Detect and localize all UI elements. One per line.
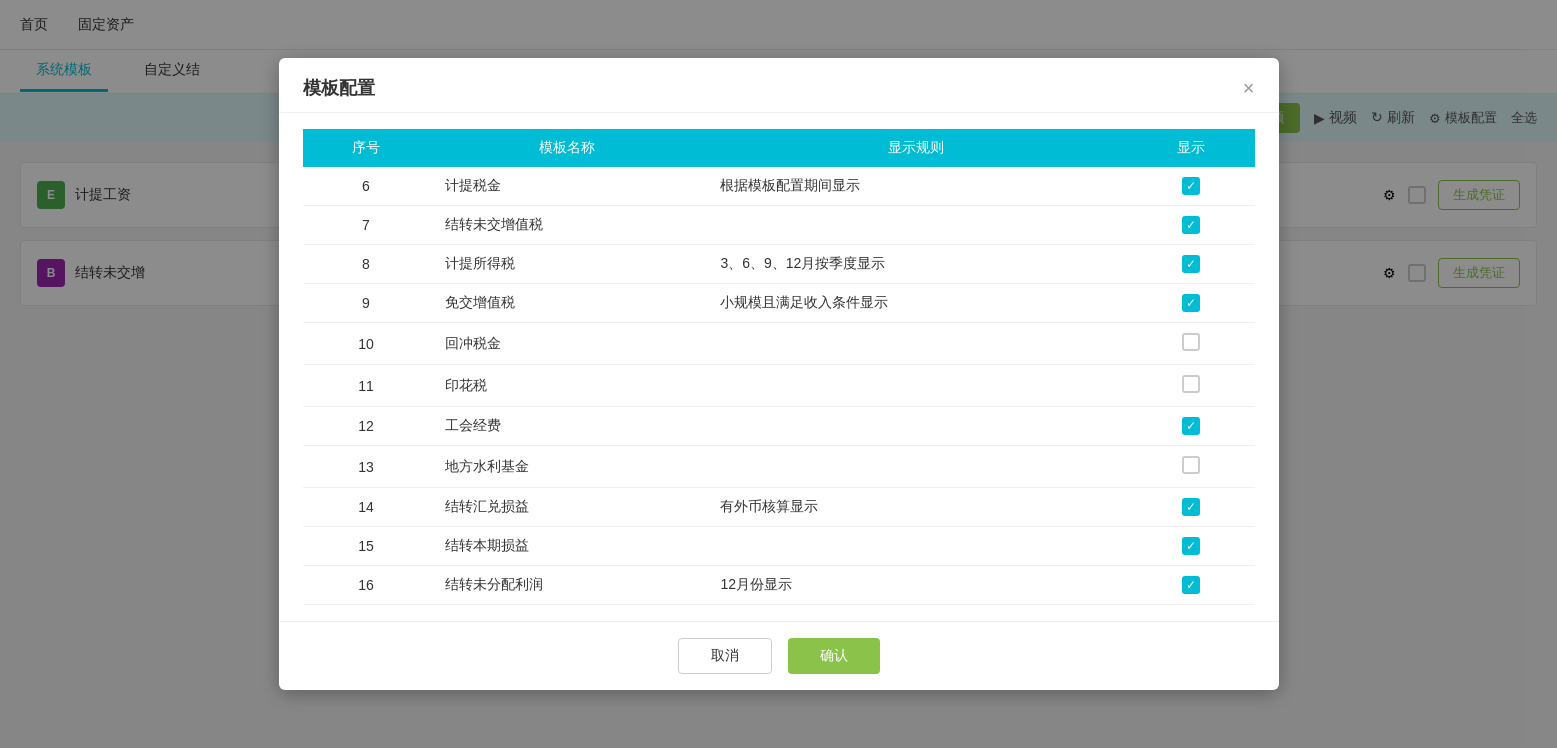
cell-name: 印花税 [429, 365, 704, 407]
modal-overlay: 模板配置 × 序号 模板名称 显示规则 显示 6计提税金根据模板配置期间显 [0, 0, 1557, 748]
col-name: 模板名称 [429, 129, 704, 167]
table-row: 14结转汇兑损益有外币核算显示 ✓ [303, 488, 1255, 527]
config-table: 序号 模板名称 显示规则 显示 6计提税金根据模板配置期间显示✓7结转未交增值税… [303, 129, 1255, 605]
cell-rule: 12月份显示 [704, 566, 1127, 605]
cell-seq: 12 [303, 407, 430, 446]
table-row: 16结转未分配利润12月份显示 ✓ [303, 566, 1255, 605]
checkbox-unchecked[interactable] [1182, 456, 1200, 474]
cell-seq: 16 [303, 566, 430, 605]
cell-seq: 13 [303, 446, 430, 488]
cell-name: 结转未分配利润 [429, 566, 704, 605]
cell-name: 工会经费 [429, 407, 704, 446]
col-seq: 序号 [303, 129, 430, 167]
cell-name: 结转未交增值税 [429, 206, 704, 245]
cancel-button[interactable]: 取消 [678, 638, 772, 674]
table-row: 6计提税金根据模板配置期间显示 ✓ [303, 167, 1255, 206]
cell-rule [704, 206, 1127, 245]
cell-checkbox[interactable]: ✓ [1128, 488, 1255, 527]
cell-rule [704, 446, 1127, 488]
cell-rule [704, 365, 1127, 407]
checkbox-checked[interactable]: ✓ [1182, 255, 1200, 273]
cell-name: 地方水利基金 [429, 446, 704, 488]
cell-checkbox[interactable]: ✓ [1128, 566, 1255, 605]
cell-rule: 3、6、9、12月按季度显示 [704, 245, 1127, 284]
cell-name: 结转汇兑损益 [429, 488, 704, 527]
cell-rule [704, 527, 1127, 566]
table-row: 13地方水利基金 [303, 446, 1255, 488]
cell-checkbox[interactable]: ✓ [1128, 245, 1255, 284]
cell-rule: 根据模板配置期间显示 [704, 167, 1127, 206]
template-config-dialog: 模板配置 × 序号 模板名称 显示规则 显示 6计提税金根据模板配置期间显 [279, 58, 1279, 690]
cell-seq: 14 [303, 488, 430, 527]
cell-checkbox[interactable]: ✓ [1128, 527, 1255, 566]
table-head: 序号 模板名称 显示规则 显示 [303, 129, 1255, 167]
cell-checkbox[interactable]: ✓ [1128, 284, 1255, 323]
cell-seq: 15 [303, 527, 430, 566]
cell-name: 回冲税金 [429, 323, 704, 365]
table-row: 12工会经费 ✓ [303, 407, 1255, 446]
checkbox-unchecked[interactable] [1182, 333, 1200, 351]
cell-seq: 8 [303, 245, 430, 284]
cell-checkbox[interactable]: ✓ [1128, 167, 1255, 206]
cell-seq: 7 [303, 206, 430, 245]
table-row: 11印花税 [303, 365, 1255, 407]
cell-checkbox[interactable] [1128, 365, 1255, 407]
checkbox-checked[interactable]: ✓ [1182, 177, 1200, 195]
cell-seq: 9 [303, 284, 430, 323]
dialog-header: 模板配置 × [279, 58, 1279, 113]
cell-name: 计提税金 [429, 167, 704, 206]
cell-seq: 6 [303, 167, 430, 206]
table-header-row: 序号 模板名称 显示规则 显示 [303, 129, 1255, 167]
dialog-title: 模板配置 [303, 76, 375, 100]
checkbox-checked[interactable]: ✓ [1182, 216, 1200, 234]
table-row: 8计提所得税3、6、9、12月按季度显示 ✓ [303, 245, 1255, 284]
cell-checkbox[interactable]: ✓ [1128, 206, 1255, 245]
checkbox-unchecked[interactable] [1182, 375, 1200, 393]
cell-checkbox[interactable] [1128, 446, 1255, 488]
table-row: 9免交增值税小规模且满足收入条件显示 ✓ [303, 284, 1255, 323]
confirm-button[interactable]: 确认 [788, 638, 880, 674]
cell-checkbox[interactable]: ✓ [1128, 407, 1255, 446]
cell-name: 免交增值税 [429, 284, 704, 323]
table-row: 7结转未交增值税 ✓ [303, 206, 1255, 245]
table-row: 15结转本期损益 ✓ [303, 527, 1255, 566]
checkbox-checked[interactable]: ✓ [1182, 537, 1200, 555]
checkbox-checked[interactable]: ✓ [1182, 498, 1200, 516]
table-wrapper[interactable]: 序号 模板名称 显示规则 显示 6计提税金根据模板配置期间显示✓7结转未交增值税… [303, 129, 1255, 605]
cell-name: 结转本期损益 [429, 527, 704, 566]
cell-seq: 10 [303, 323, 430, 365]
dialog-footer: 取消 确认 [279, 621, 1279, 690]
table-row: 10回冲税金 [303, 323, 1255, 365]
table-body: 6计提税金根据模板配置期间显示✓7结转未交增值税✓8计提所得税3、6、9、12月… [303, 167, 1255, 605]
dialog-body: 序号 模板名称 显示规则 显示 6计提税金根据模板配置期间显示✓7结转未交增值税… [279, 113, 1279, 621]
cell-rule: 有外币核算显示 [704, 488, 1127, 527]
cell-rule [704, 323, 1127, 365]
cell-checkbox[interactable] [1128, 323, 1255, 365]
checkbox-checked[interactable]: ✓ [1182, 294, 1200, 312]
cell-rule [704, 407, 1127, 446]
cell-rule: 小规模且满足收入条件显示 [704, 284, 1127, 323]
col-display: 显示 [1128, 129, 1255, 167]
cell-name: 计提所得税 [429, 245, 704, 284]
col-rule: 显示规则 [704, 129, 1127, 167]
dialog-close-button[interactable]: × [1243, 78, 1255, 98]
cell-seq: 11 [303, 365, 430, 407]
checkbox-checked[interactable]: ✓ [1182, 417, 1200, 435]
checkbox-checked[interactable]: ✓ [1182, 576, 1200, 594]
